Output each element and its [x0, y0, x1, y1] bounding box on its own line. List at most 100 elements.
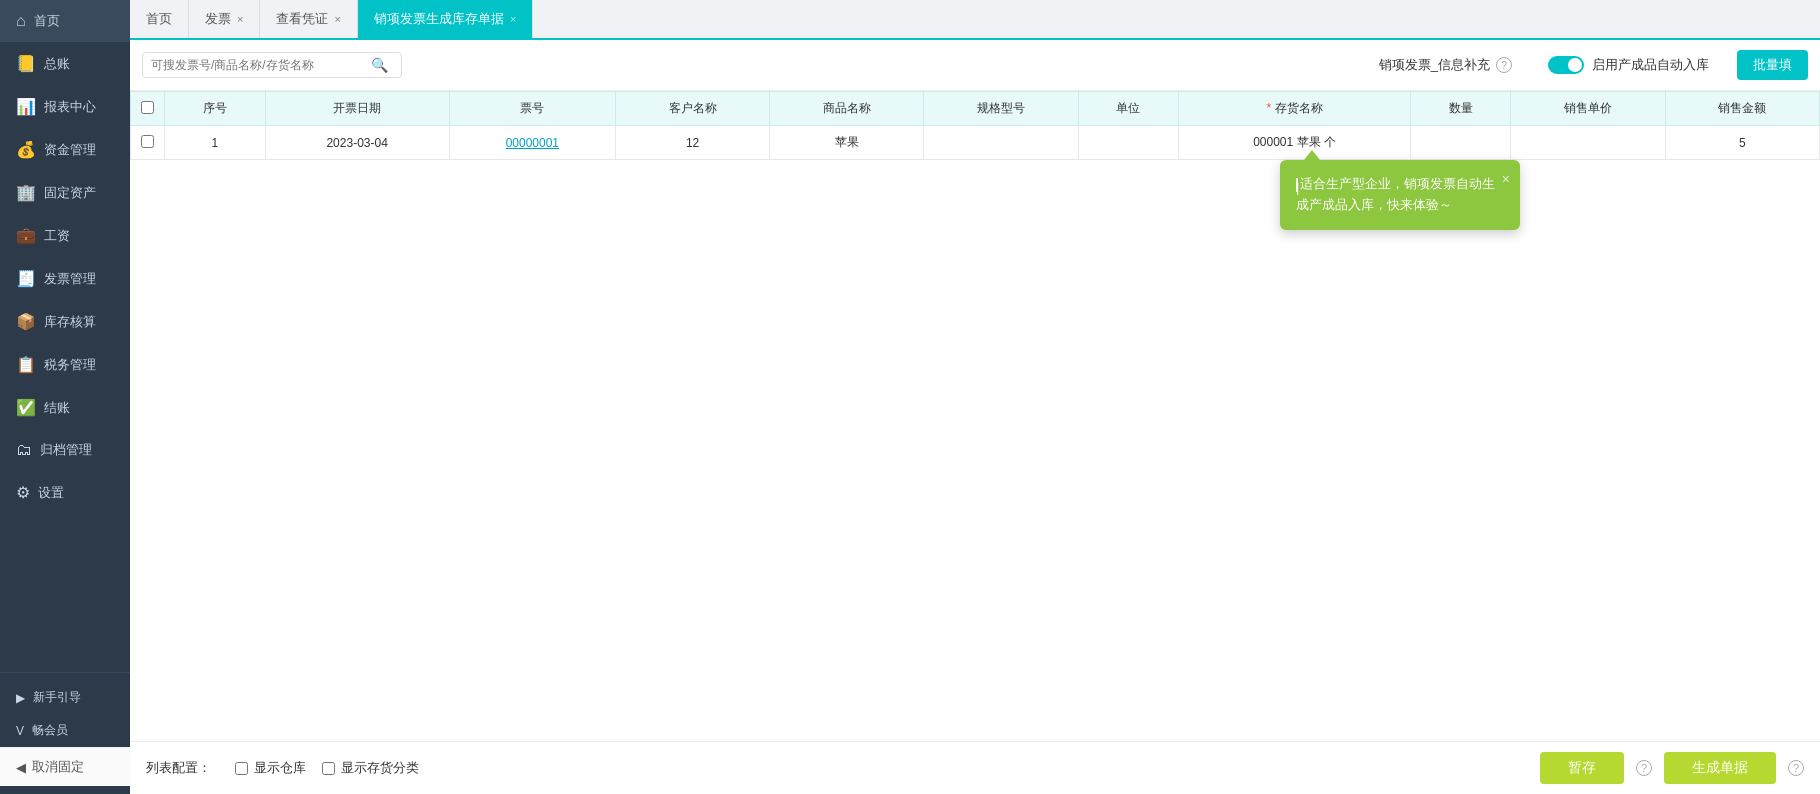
sidebar-item-member[interactable]: V 畅会员: [0, 714, 130, 747]
content-area: 🔍 销项发票_信息补充 ? 启用产成品自动入库 批量填: [130, 40, 1820, 794]
sidebar-item-label: 新手引导: [33, 689, 81, 706]
toggle-wrapper: 启用产成品自动入库: [1548, 56, 1709, 74]
header-customer: 客户名称: [615, 92, 769, 126]
sidebar-item-label: 发票管理: [44, 270, 96, 288]
invoice-number-link[interactable]: 00000001: [506, 136, 559, 150]
cancel-fixed-label: 取消固定: [32, 758, 84, 776]
row-checkbox-cell: [131, 126, 165, 160]
sidebar-item-archive[interactable]: 🗂 归档管理: [0, 429, 130, 471]
sidebar-item-label: 工资: [44, 227, 70, 245]
sidebar-item-label: 资金管理: [44, 141, 96, 159]
header-seq: 序号: [165, 92, 266, 126]
sidebar-item-settlement[interactable]: ✅ 结账: [0, 386, 130, 429]
tab-invoice-label: 发票: [205, 10, 231, 28]
bottom-bar: 列表配置： 显示仓库 显示存货分类 暂存 ? 生成单据 ?: [130, 741, 1820, 794]
tab-bar: 首页 发票 × 查看凭证 × 销项发票生成库存单据 ×: [130, 0, 1820, 40]
row-date: 2023-03-04: [265, 126, 449, 160]
sidebar-item-fixed-assets[interactable]: 🏢 固定资产: [0, 171, 130, 214]
tab-cancel-invoice-close[interactable]: ×: [510, 13, 516, 25]
sidebar-item-report-center[interactable]: 📊 报表中心: [0, 85, 130, 128]
row-spec: [924, 126, 1078, 160]
sidebar-item-inventory[interactable]: 📦 库存核算: [0, 300, 130, 343]
table-row: 1 2023-03-04 00000001 12 苹果 000001 苹果 个 …: [131, 126, 1820, 160]
tooltip-popup: × |适合生产型企业，销项发票自动生成产成品入库，快来体验～: [1280, 160, 1520, 230]
tab-cancel-invoice[interactable]: 销项发票生成库存单据 ×: [358, 0, 533, 38]
cancel-fixed-button[interactable]: ◀ 取消固定: [0, 747, 130, 786]
tooltip-close-button[interactable]: ×: [1502, 168, 1510, 190]
row-unit: [1078, 126, 1179, 160]
tab-view-voucher-label: 查看凭证: [276, 10, 328, 28]
info-icon[interactable]: ?: [1496, 57, 1512, 73]
save-info-icon[interactable]: ?: [1636, 760, 1652, 776]
info-label-area: 销项发票_信息补充 ?: [1379, 56, 1512, 74]
sidebar-item-payroll[interactable]: 💼 工资: [0, 214, 130, 257]
auto-warehouse-toggle[interactable]: [1548, 56, 1584, 74]
show-category-checkbox[interactable]: [322, 762, 335, 775]
sidebar-item-label: 固定资产: [44, 184, 96, 202]
header-product: 商品名称: [770, 92, 924, 126]
info-text: 销项发票_信息补充: [1379, 56, 1490, 74]
save-button[interactable]: 暂存: [1540, 752, 1624, 784]
sidebar-item-fund-management[interactable]: 💰 资金管理: [0, 128, 130, 171]
header-inventory: * 存货名称: [1179, 92, 1411, 126]
tab-view-voucher[interactable]: 查看凭证 ×: [260, 0, 357, 38]
archive-icon: 🗂: [16, 441, 32, 459]
sidebar-item-home[interactable]: ⌂ 首页: [0, 0, 130, 42]
tax-icon: 📋: [16, 355, 36, 374]
tab-home-label: 首页: [146, 10, 172, 28]
search-icon: 🔍: [371, 57, 388, 73]
sidebar-item-new-guide[interactable]: ▶ 新手引导: [0, 681, 130, 714]
list-config-label: 列表配置：: [146, 759, 211, 777]
tab-cancel-invoice-label: 销项发票生成库存单据: [374, 10, 504, 28]
show-warehouse-text: 显示仓库: [254, 759, 306, 777]
sidebar-item-label: 税务管理: [44, 356, 96, 374]
sidebar: ⌂ 首页 📒 总账 📊 报表中心 💰 资金管理 🏢 固定资产 💼 工资 🧾 发票…: [0, 0, 130, 794]
row-inventory[interactable]: 000001 苹果 个: [1179, 126, 1411, 160]
show-warehouse-label[interactable]: 显示仓库: [235, 759, 306, 777]
header-number: 票号: [449, 92, 615, 126]
toolbar: 🔍 销项发票_信息补充 ? 启用产成品自动入库 批量填: [130, 40, 1820, 91]
bottom-actions: 暂存 ? 生成单据 ?: [1540, 752, 1804, 784]
row-number[interactable]: 00000001: [449, 126, 615, 160]
header-date: 开票日期: [265, 92, 449, 126]
row-price[interactable]: [1511, 126, 1665, 160]
row-checkbox[interactable]: [141, 135, 154, 148]
generate-info-icon[interactable]: ?: [1788, 760, 1804, 776]
show-warehouse-checkbox[interactable]: [235, 762, 248, 775]
header-unit: 单位: [1078, 92, 1179, 126]
sidebar-item-general-ledger[interactable]: 📒 总账: [0, 42, 130, 85]
sidebar-item-tax-management[interactable]: 📋 税务管理: [0, 343, 130, 386]
tab-invoice[interactable]: 发票 ×: [189, 0, 260, 38]
guide-icon: ▶: [16, 691, 25, 705]
header-price: 销售单价: [1511, 92, 1665, 126]
settlement-icon: ✅: [16, 398, 36, 417]
row-customer: 12: [615, 126, 769, 160]
member-icon: V: [16, 724, 24, 738]
tooltip-text: 适合生产型企业，销项发票自动生成产成品入库，快来体验～: [1296, 176, 1495, 212]
select-all-checkbox[interactable]: [141, 101, 154, 114]
settings-icon: ⚙: [16, 483, 30, 502]
generate-button[interactable]: 生成单据: [1664, 752, 1776, 784]
sidebar-item-settings[interactable]: ⚙ 设置: [0, 471, 130, 514]
sidebar-item-label: 首页: [34, 12, 60, 30]
header-qty: 数量: [1410, 92, 1511, 126]
row-product: 苹果: [770, 126, 924, 160]
toggle-knob: [1568, 58, 1582, 72]
sidebar-item-label: 报表中心: [44, 98, 96, 116]
report-icon: 📊: [16, 97, 36, 116]
search-input[interactable]: [151, 58, 371, 72]
home-icon: ⌂: [16, 12, 26, 30]
sidebar-item-invoice-management[interactable]: 🧾 发票管理: [0, 257, 130, 300]
row-qty[interactable]: [1410, 126, 1511, 160]
table-header-row: 序号 开票日期 票号 客户名称 商品名称 规格型号 单位 * 存货名称 数量 销…: [131, 92, 1820, 126]
tab-view-voucher-close[interactable]: ×: [334, 13, 340, 25]
sidebar-item-label: 设置: [38, 484, 64, 502]
cancel-fixed-icon: ◀: [16, 760, 26, 775]
invoice-icon: 🧾: [16, 269, 36, 288]
tooltip-cursor: |: [1296, 178, 1298, 192]
show-category-label[interactable]: 显示存货分类: [322, 759, 419, 777]
assets-icon: 🏢: [16, 183, 36, 202]
batch-fill-button[interactable]: 批量填: [1737, 50, 1808, 80]
tab-invoice-close[interactable]: ×: [237, 13, 243, 25]
tab-home[interactable]: 首页: [130, 0, 189, 38]
